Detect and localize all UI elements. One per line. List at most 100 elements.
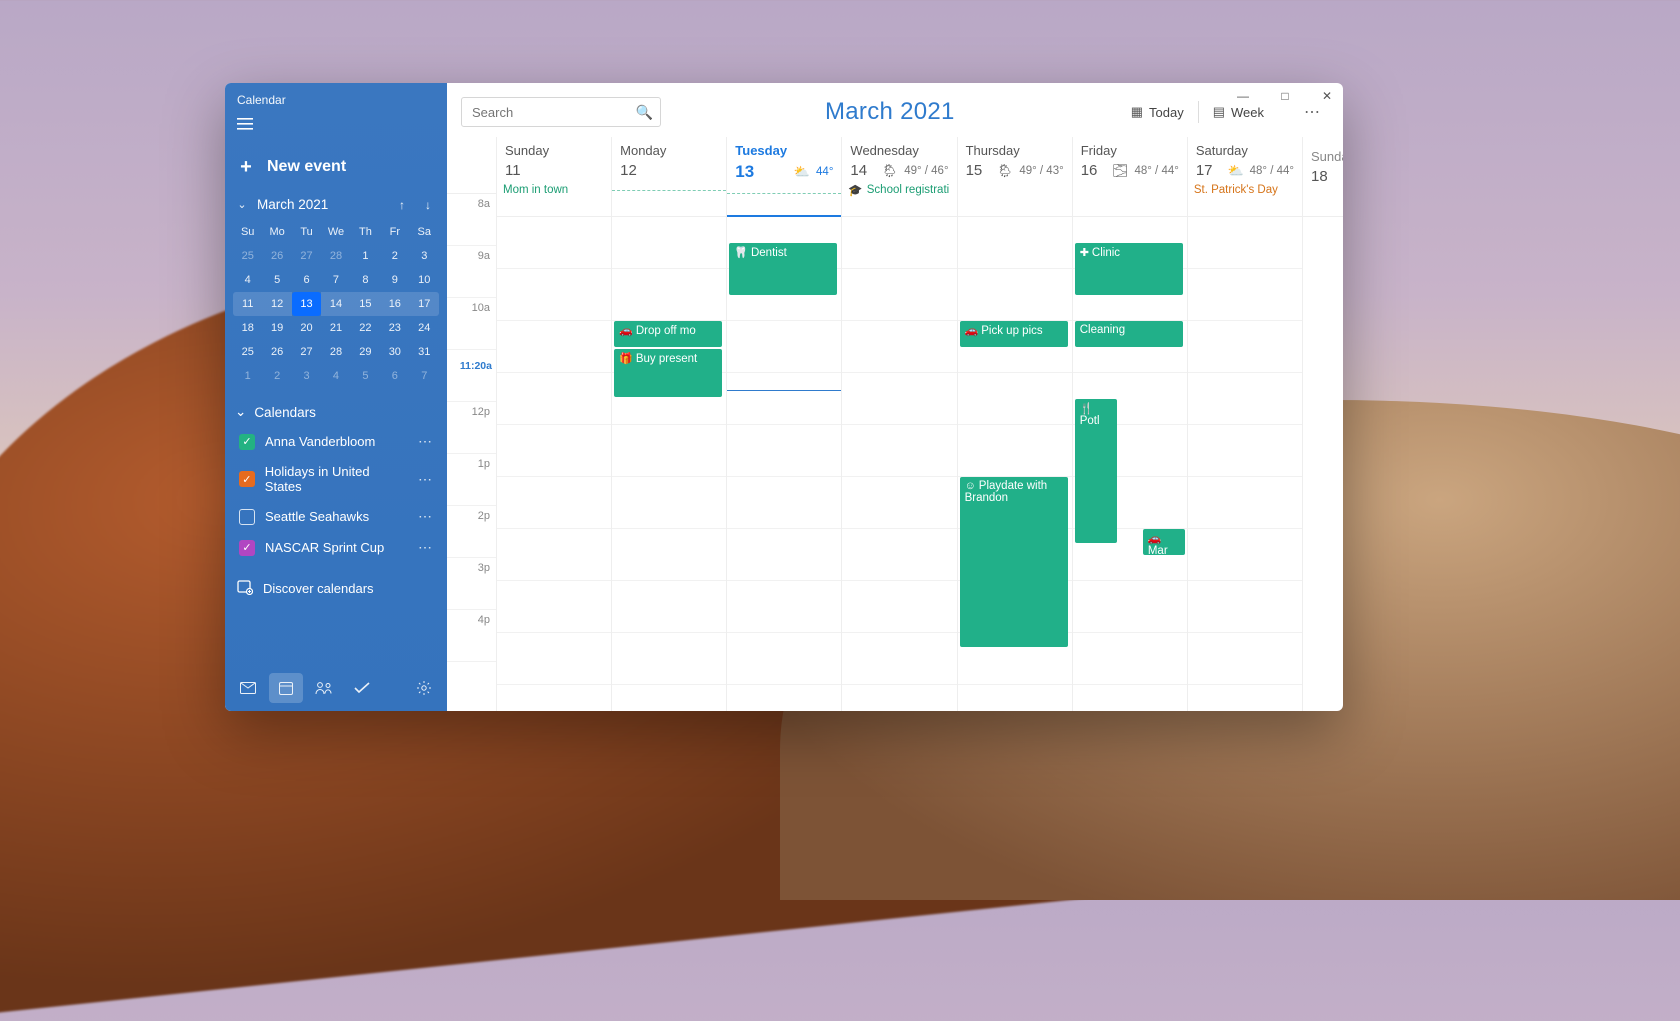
mini-day[interactable]: 16	[380, 292, 409, 316]
calendar-item[interactable]: ✓Holidays in United States⋯	[229, 457, 443, 501]
time-slots[interactable]: 🚗Pick up pics ☺Playdate with Brandon	[958, 217, 1072, 711]
mini-day[interactable]: 5	[262, 268, 291, 292]
mini-day[interactable]: 2	[262, 364, 291, 388]
time-slots[interactable]: 🚗Drop off mo🎁Buy present	[612, 217, 726, 711]
mini-day[interactable]: 17	[410, 292, 439, 316]
mini-day[interactable]: 24	[410, 316, 439, 340]
mini-day[interactable]: 26	[262, 340, 291, 364]
calendar-event[interactable]: 🚗Pick up pics	[960, 321, 1068, 347]
prev-month-button[interactable]: ↑	[393, 198, 411, 212]
mini-day[interactable]: 31	[410, 340, 439, 364]
calendar-more-button[interactable]: ⋯	[418, 539, 433, 556]
mini-day[interactable]: 6	[380, 364, 409, 388]
calendar-event[interactable]: 🚗Mar	[1143, 529, 1185, 555]
allday-event[interactable]: ▸	[727, 193, 841, 194]
calendar-event[interactable]: ☺Playdate with Brandon	[960, 477, 1068, 647]
mini-day[interactable]: 19	[262, 316, 291, 340]
mini-day[interactable]: 29	[351, 340, 380, 364]
mini-day[interactable]: 8	[351, 268, 380, 292]
calendars-header[interactable]: ⌄ Calendars	[225, 398, 447, 424]
allday-event[interactable]: St. Patrick's Day	[1188, 179, 1302, 201]
calendar-event[interactable]: 🚗Drop off mo	[614, 321, 722, 347]
calendar-more-button[interactable]: ⋯	[418, 508, 433, 525]
next-month-button[interactable]: ↓	[419, 198, 437, 212]
mini-day[interactable]: 7	[321, 268, 350, 292]
date-bar[interactable]: 16🌫48° / 44°	[1073, 162, 1187, 179]
date-bar[interactable]: 17⛅48° / 44°	[1188, 162, 1302, 179]
mini-day[interactable]: 18	[233, 316, 262, 340]
calendar-event[interactable]: 🍴Potl	[1075, 399, 1117, 543]
mini-day[interactable]: 26	[262, 244, 291, 268]
mini-day[interactable]: 6	[292, 268, 321, 292]
date-bar[interactable]: 11	[497, 162, 611, 179]
mini-day[interactable]: 3	[292, 364, 321, 388]
allday-event[interactable]: Mom in town	[497, 179, 611, 201]
calendar-more-button[interactable]: ⋯	[418, 471, 433, 488]
mini-day[interactable]: 25	[233, 244, 262, 268]
mini-day[interactable]: 27	[292, 340, 321, 364]
mini-day[interactable]: 4	[233, 268, 262, 292]
mini-day[interactable]: 23	[380, 316, 409, 340]
date-bar[interactable]: 13⛅44°	[727, 162, 841, 182]
search-icon[interactable]: 🔍	[636, 104, 653, 121]
calendar-button[interactable]	[269, 673, 303, 703]
calendar-event[interactable]: 🎁Buy present	[614, 349, 722, 397]
mini-day[interactable]: 28	[321, 340, 350, 364]
today-button[interactable]: ▦Today	[1119, 99, 1196, 125]
calendar-event[interactable]: 🦷Dentist	[729, 243, 837, 295]
date-bar[interactable]: 12	[612, 162, 726, 179]
mail-button[interactable]	[231, 673, 265, 703]
mini-day[interactable]: 13	[292, 292, 321, 316]
checkbox-icon[interactable]	[239, 509, 255, 525]
checkbox-icon[interactable]: ✓	[239, 471, 255, 487]
people-button[interactable]	[307, 673, 341, 703]
close-button[interactable]: ✕	[1317, 89, 1337, 103]
calendar-event[interactable]: Cleaning	[1075, 321, 1183, 347]
checkbox-icon[interactable]: ✓	[239, 434, 255, 450]
mini-day[interactable]: 11	[233, 292, 262, 316]
date-bar[interactable]: 18	[1303, 168, 1343, 185]
mini-month-header[interactable]: ⌄ March 2021 ↑ ↓	[225, 193, 447, 218]
mini-day[interactable]: 12	[262, 292, 291, 316]
minimize-button[interactable]: —	[1233, 89, 1253, 103]
mini-day[interactable]: 25	[233, 340, 262, 364]
mini-day[interactable]: 27	[292, 244, 321, 268]
mini-day[interactable]: 20	[292, 316, 321, 340]
mini-day[interactable]: 15	[351, 292, 380, 316]
mini-day[interactable]: 14	[321, 292, 350, 316]
mini-day[interactable]: 30	[380, 340, 409, 364]
mini-day[interactable]: 2	[380, 244, 409, 268]
mini-day[interactable]: 3	[410, 244, 439, 268]
time-slots[interactable]	[842, 217, 956, 711]
mini-day[interactable]: 9	[380, 268, 409, 292]
calendar-more-button[interactable]: ⋯	[418, 433, 433, 450]
mini-day[interactable]: 22	[351, 316, 380, 340]
settings-button[interactable]	[407, 673, 441, 703]
time-slots[interactable]	[497, 217, 611, 711]
discover-calendars-button[interactable]: Discover calendars	[225, 569, 447, 608]
allday-event[interactable]: 🎓School registrati	[842, 179, 956, 201]
checkbox-icon[interactable]: ✓	[239, 540, 255, 556]
date-bar[interactable]: 14🌦49° / 46°	[842, 162, 956, 179]
calendar-item[interactable]: ✓NASCAR Sprint Cup⋯	[229, 532, 443, 563]
calendar-event[interactable]: ✚Clinic	[1075, 243, 1183, 295]
hamburger-button[interactable]	[225, 111, 447, 145]
search-input[interactable]	[461, 97, 661, 127]
time-slots[interactable]: ✚Clinic Cleaning 🍴Potl 🚗Mar	[1073, 217, 1187, 711]
calendar-item[interactable]: Seattle Seahawks⋯	[229, 501, 443, 532]
mini-day[interactable]: 1	[233, 364, 262, 388]
time-slots[interactable]: 🦷Dentist	[727, 217, 841, 711]
mini-day[interactable]: 21	[321, 316, 350, 340]
todo-button[interactable]	[345, 673, 379, 703]
new-event-button[interactable]: + New event	[225, 145, 447, 193]
mini-day[interactable]: 28	[321, 244, 350, 268]
time-slots[interactable]	[1188, 217, 1302, 711]
mini-day[interactable]: 5	[351, 364, 380, 388]
date-bar[interactable]: 15🌦49° / 43°	[958, 162, 1072, 179]
calendar-item[interactable]: ✓Anna Vanderbloom⋯	[229, 426, 443, 457]
mini-day[interactable]: 1	[351, 244, 380, 268]
allday-event[interactable]	[612, 190, 726, 191]
mini-day[interactable]: 7	[410, 364, 439, 388]
maximize-button[interactable]: □	[1275, 89, 1295, 103]
mini-day[interactable]: 4	[321, 364, 350, 388]
